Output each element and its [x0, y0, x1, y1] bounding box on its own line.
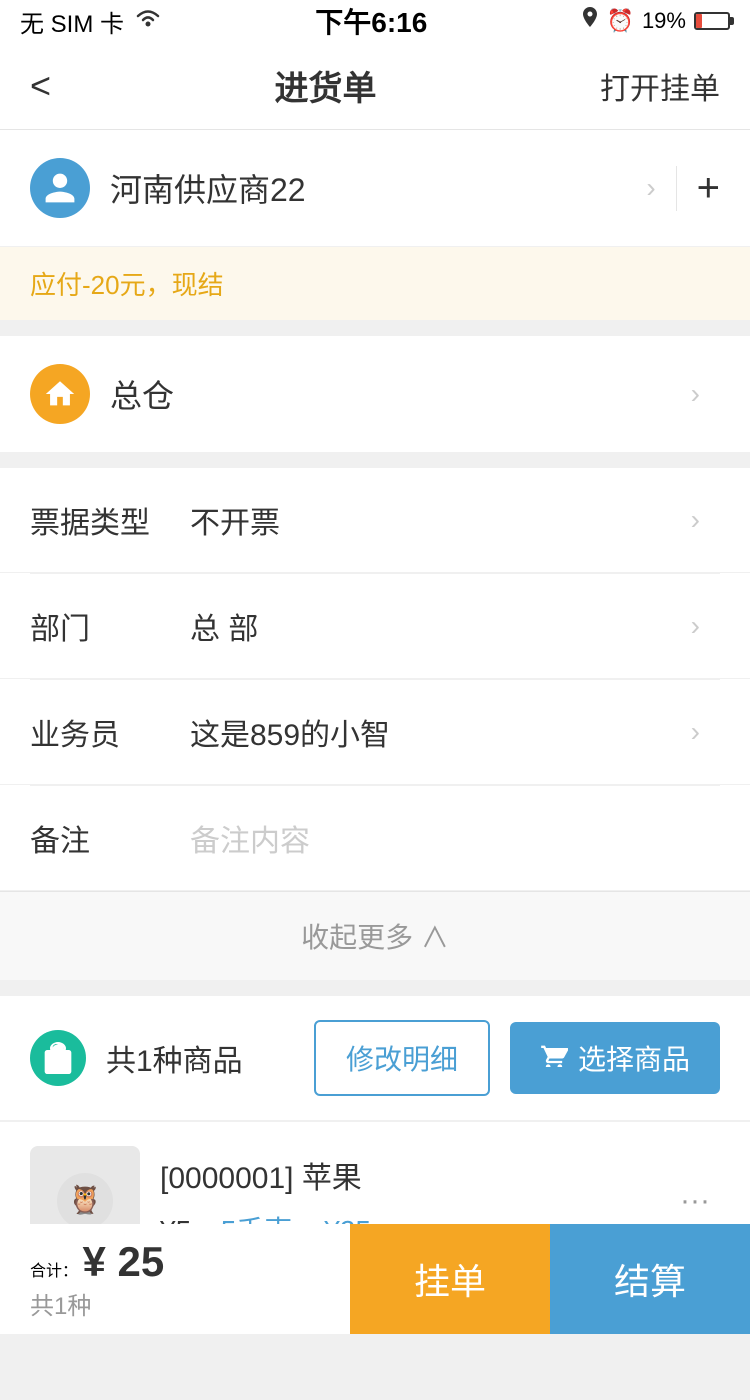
alarm-icon: ⏰	[607, 8, 634, 34]
goods-header: 共1种商品 修改明细 选择商品	[0, 996, 750, 1120]
ticket-type-label: 票据类型	[30, 498, 170, 542]
svg-text:🦉: 🦉	[68, 1184, 103, 1216]
total-label: 合计：	[30, 1263, 78, 1280]
ticket-type-value: 不开票	[190, 498, 691, 542]
select-goods-label: 选择商品	[578, 1038, 690, 1078]
status-right: ⏰ 19%	[581, 7, 730, 35]
supplier-avatar	[30, 158, 90, 218]
carrier-label: 无 SIM 卡	[20, 4, 124, 39]
status-time: 下午6:16	[315, 1, 427, 41]
status-left: 无 SIM 卡	[20, 4, 162, 39]
product-name: [0000001] 苹果	[160, 1153, 650, 1197]
status-bar: 无 SIM 卡 下午6:16 ⏰ 19%	[0, 0, 750, 42]
page-title: 进货单	[275, 61, 377, 110]
ticket-type-row[interactable]: 票据类型 不开票 ›	[0, 468, 750, 573]
supplier-notice: 应付-20元，现结	[0, 247, 750, 320]
salesperson-label: 业务员	[30, 710, 170, 754]
settle-button[interactable]: 结算	[550, 1224, 750, 1334]
department-value: 总 部	[190, 604, 691, 648]
total-amount: ¥ 25	[82, 1238, 164, 1285]
ticket-type-chevron-icon: ›	[691, 504, 700, 536]
form-group: 票据类型 不开票 › 部门 总 部 › 业务员 这是859的小智 › 备注 备注…	[0, 468, 750, 980]
goods-count: 共1种商品	[106, 1036, 294, 1080]
open-pending-button[interactable]: 打开挂单	[600, 64, 720, 108]
department-label: 部门	[30, 604, 170, 648]
total-section: 合计： ¥ 25 共1种	[0, 1238, 350, 1321]
salesperson-row[interactable]: 业务员 这是859的小智 ›	[0, 680, 750, 785]
back-button[interactable]: <	[30, 65, 51, 107]
warehouse-row[interactable]: 总仓 ›	[0, 336, 750, 452]
location-icon	[581, 7, 599, 35]
nav-bar: < 进货单 打开挂单	[0, 42, 750, 130]
product-code: [0000001]	[160, 1162, 293, 1195]
goods-icon	[30, 1030, 86, 1086]
battery-icon	[694, 12, 730, 30]
select-goods-button[interactable]: 选择商品	[510, 1022, 720, 1094]
supplier-chevron-icon: ›	[646, 172, 655, 204]
add-supplier-button[interactable]: +	[676, 166, 720, 211]
hang-order-button[interactable]: 挂单	[350, 1224, 550, 1334]
warehouse-chevron-icon: ›	[691, 378, 700, 410]
collapse-toggle[interactable]: 收起更多 ∧	[0, 891, 750, 980]
remark-placeholder: 备注内容	[190, 816, 720, 860]
edit-detail-button[interactable]: 修改明细	[314, 1020, 490, 1096]
department-row[interactable]: 部门 总 部 ›	[0, 574, 750, 679]
count-label: 共1种	[30, 1286, 320, 1321]
bottom-bar: 合计： ¥ 25 共1种 挂单 结算	[0, 1224, 750, 1334]
product-title: 苹果	[302, 1162, 362, 1195]
supplier-section: 河南供应商22 › + 应付-20元，现结	[0, 130, 750, 320]
supplier-name: 河南供应商22	[110, 165, 646, 211]
salesperson-chevron-icon: ›	[691, 716, 700, 748]
select-goods-icon	[540, 1042, 568, 1074]
department-chevron-icon: ›	[691, 610, 700, 642]
salesperson-value: 这是859的小智	[190, 710, 691, 754]
goods-section: 共1种商品 修改明细 选择商品	[0, 996, 750, 1120]
warehouse-icon	[30, 364, 90, 424]
supplier-row[interactable]: 河南供应商22 › +	[0, 130, 750, 247]
remark-label: 备注	[30, 816, 170, 860]
total-row: 合计： ¥ 25	[30, 1238, 320, 1286]
wifi-icon	[134, 7, 162, 35]
battery-percent: 19%	[642, 8, 686, 34]
warehouse-name: 总仓	[110, 371, 691, 417]
remark-row[interactable]: 备注 备注内容	[0, 786, 750, 891]
main-content: 河南供应商22 › + 应付-20元，现结 总仓 › 票据类型 不开票 › 部门…	[0, 130, 750, 1400]
product-more-button[interactable]: ···	[670, 1174, 720, 1228]
